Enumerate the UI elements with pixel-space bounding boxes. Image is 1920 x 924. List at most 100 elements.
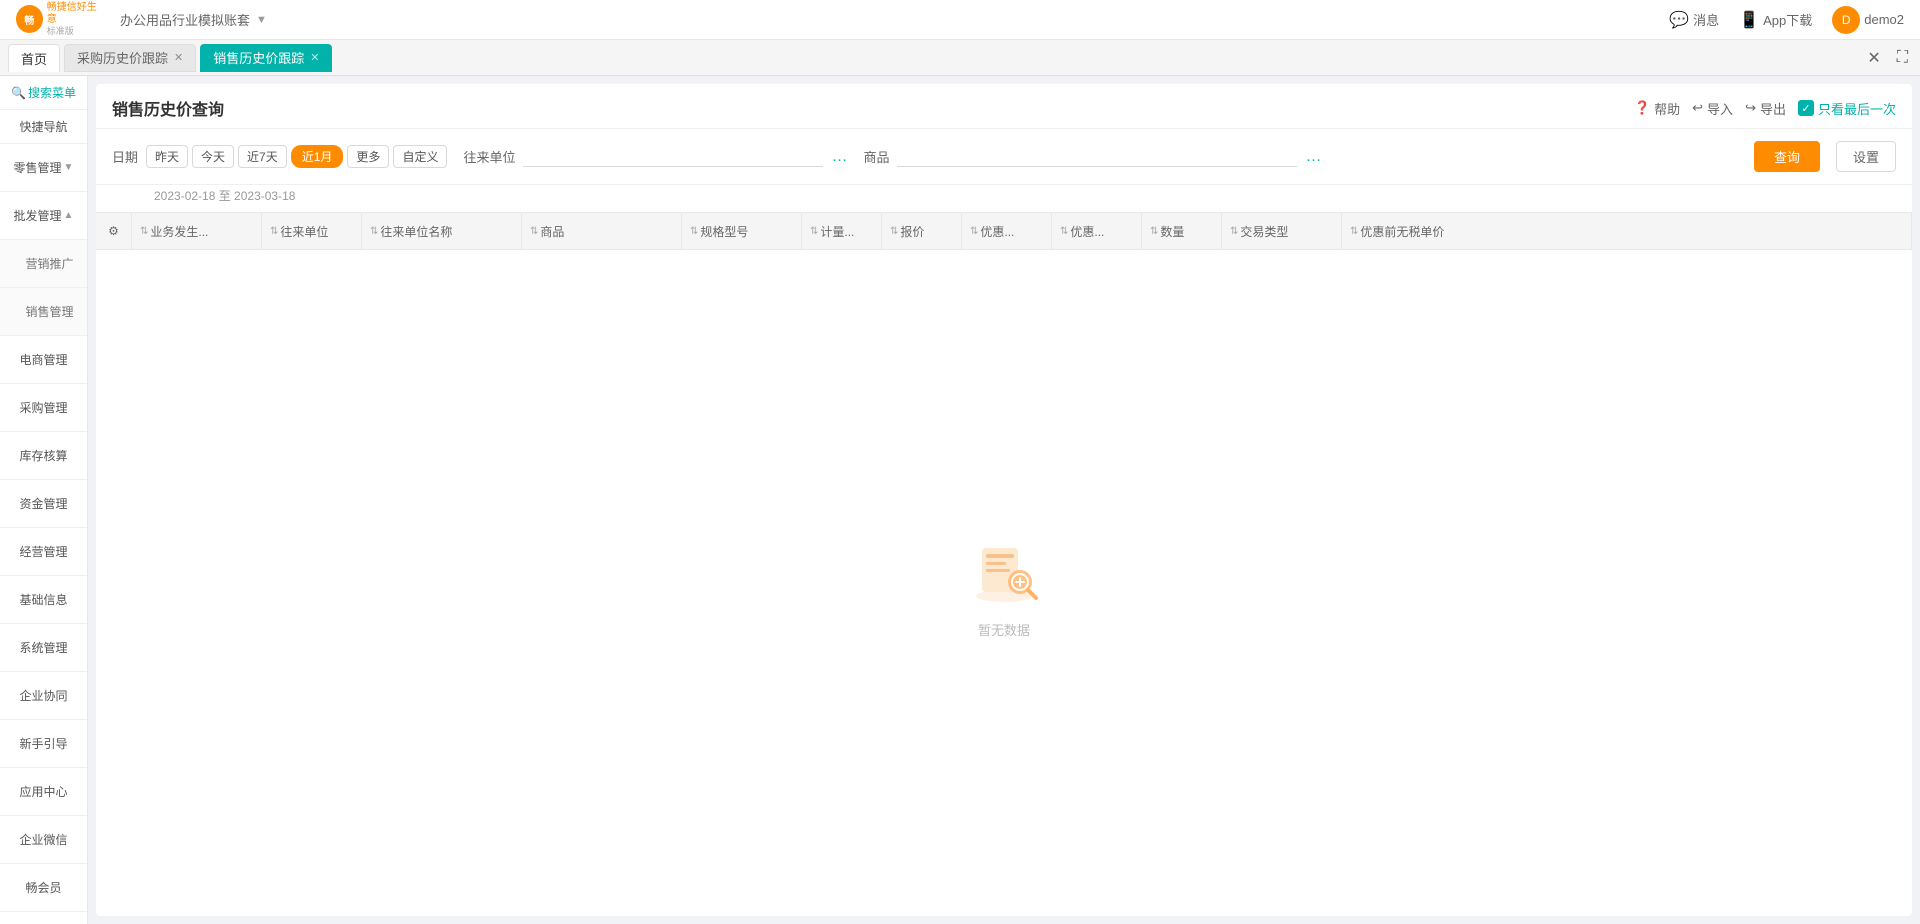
download-icon: 📱: [1739, 10, 1759, 30]
th-biz-date[interactable]: ⇅ 业务发生...: [132, 213, 262, 249]
partner-filter-group: 往来单位 …: [463, 147, 847, 167]
partner-label: 往来单位: [463, 147, 515, 166]
sidebar-item-basic[interactable]: 基础信息: [0, 576, 87, 624]
product-label: 商品: [863, 147, 889, 166]
date-filter-group: 日期 昨天 今天 近7天 近1月 更多 自定义: [112, 145, 447, 168]
date-range-text: 2023-02-18 至 2023-03-18: [154, 187, 295, 204]
sidebar-item-operations[interactable]: 经营管理: [0, 528, 87, 576]
tab-home[interactable]: 首页: [8, 44, 60, 72]
user-profile[interactable]: D demo2: [1832, 6, 1904, 34]
sidebar: 🔍 搜索菜单 快捷导航 零售管理 ▼ 批发管理 ▲ 营销推广 销售管理 电商管理…: [0, 76, 88, 924]
date-btn-yesterday[interactable]: 昨天: [146, 145, 188, 168]
logo-text: 畅捷信好生意 标准版: [47, 2, 104, 37]
page-title: 销售历史价查询: [112, 96, 1634, 120]
main-layout: 🔍 搜索菜单 快捷导航 零售管理 ▼ 批发管理 ▲ 营销推广 销售管理 电商管理…: [0, 76, 1920, 924]
partner-picker-icon[interactable]: …: [831, 148, 847, 166]
sort-icon: ⇅: [270, 226, 278, 237]
sidebar-item-marketing[interactable]: 营销推广: [0, 240, 87, 288]
partner-input[interactable]: [523, 147, 823, 167]
top-header: 畅 畅捷信好生意 标准版 办公用品行业模拟账套 ▼ 💬 消息 📱 App下载 D…: [0, 0, 1920, 40]
sort-icon: ⇅: [810, 226, 818, 237]
product-input[interactable]: [897, 147, 1297, 167]
date-btn-more[interactable]: 更多: [347, 145, 389, 168]
chevron-up-icon: ▲: [64, 210, 74, 221]
chevron-down-icon: ▼: [64, 162, 74, 173]
message-icon: 💬: [1669, 10, 1689, 30]
th-qty[interactable]: ⇅ 数量: [1142, 213, 1222, 249]
th-discount1[interactable]: ⇅ 优惠...: [962, 213, 1052, 249]
th-settings[interactable]: ⚙: [96, 213, 132, 249]
date-btn-7days[interactable]: 近7天: [238, 145, 287, 168]
page-actions: ❓ 帮助 ↩ 导入 ↪ 导出 ✓ 只看最后一次: [1634, 99, 1896, 118]
chevron-down-icon: ▼: [256, 14, 267, 26]
date-btn-custom[interactable]: 自定义: [393, 145, 447, 168]
tab-sales-history[interactable]: 销售历史价跟踪 ✕: [200, 44, 332, 72]
im-button[interactable]: 💬 消息: [1669, 10, 1719, 30]
empty-state: 暂无数据: [96, 250, 1912, 916]
help-button[interactable]: ❓ 帮助: [1634, 99, 1680, 118]
search-button[interactable]: 查询: [1754, 141, 1820, 172]
th-unit-code[interactable]: ⇅ 往来单位: [262, 213, 362, 249]
logo-icon: 畅: [16, 5, 43, 33]
sort-icon: ⇅: [1150, 226, 1158, 237]
workspace-selector[interactable]: 办公用品行业模拟账套 ▼: [120, 10, 267, 29]
sidebar-item-enterprise[interactable]: 企业协同: [0, 672, 87, 720]
table-header: ⚙ ⇅ 业务发生... ⇅ 往来单位 ⇅ 往来单位名称: [96, 212, 1912, 250]
sort-icon: ⇅: [530, 226, 538, 237]
close-icon[interactable]: ✕: [310, 51, 319, 64]
content-area: 销售历史价查询 ❓ 帮助 ↩ 导入 ↪ 导出 ✓: [88, 76, 1920, 924]
th-unit-name[interactable]: ⇅ 往来单位名称: [362, 213, 522, 249]
sidebar-item-wholesale[interactable]: 批发管理 ▲: [0, 192, 87, 240]
th-spec[interactable]: ⇅ 规格型号: [682, 213, 802, 249]
sidebar-item-guide[interactable]: 新手引导: [0, 720, 87, 768]
close-icon[interactable]: ✕: [174, 51, 183, 64]
import-button[interactable]: ↩ 导入: [1692, 99, 1733, 118]
sort-icon: ⇅: [690, 226, 698, 237]
th-trade-type[interactable]: ⇅ 交易类型: [1222, 213, 1342, 249]
header-right: 💬 消息 📱 App下载 D demo2: [1669, 6, 1904, 34]
settings-button[interactable]: 设置: [1836, 141, 1896, 172]
sidebar-item-wechat[interactable]: 企业微信: [0, 816, 87, 864]
tab-purchase-history[interactable]: 采购历史价跟踪 ✕: [64, 44, 196, 72]
sort-icon: ⇅: [970, 226, 978, 237]
tab-bar: 首页 采购历史价跟踪 ✕ 销售历史价跟踪 ✕ ✕ ⛶: [0, 40, 1920, 76]
sidebar-item-finance[interactable]: 资金管理: [0, 480, 87, 528]
export-button[interactable]: ↪ 导出: [1745, 99, 1786, 118]
table-area: ⚙ ⇅ 业务发生... ⇅ 往来单位 ⇅ 往来单位名称: [96, 212, 1912, 916]
th-unit2[interactable]: ⇅ 计量...: [802, 213, 882, 249]
sidebar-item-sales[interactable]: 销售管理: [0, 288, 87, 336]
close-window-icon[interactable]: ✕: [1863, 46, 1884, 70]
sort-icon: ⇅: [140, 226, 148, 237]
sidebar-item-ecommerce[interactable]: 电商管理: [0, 336, 87, 384]
sort-icon: ⇅: [1230, 226, 1238, 237]
search-icon: 🔍: [11, 86, 26, 100]
help-icon: ❓: [1634, 100, 1650, 116]
sidebar-item-apps[interactable]: 应用中心: [0, 768, 87, 816]
checkbox-icon: ✓: [1798, 100, 1814, 116]
date-buttons: 昨天 今天 近7天 近1月 更多 自定义: [146, 145, 447, 168]
sidebar-item-search-menu[interactable]: 🔍 搜索菜单: [0, 76, 87, 110]
th-tax-price[interactable]: ⇅ 优惠前无税单价: [1342, 213, 1912, 249]
sidebar-item-purchase[interactable]: 采购管理: [0, 384, 87, 432]
logo-area: 畅 畅捷信好生意 标准版: [16, 2, 104, 37]
export-icon: ↪: [1745, 100, 1756, 116]
maximize-window-icon[interactable]: ⛶: [1893, 47, 1912, 69]
sidebar-item-quick-nav[interactable]: 快捷导航: [0, 110, 87, 144]
th-product[interactable]: ⇅ 商品: [522, 213, 682, 249]
empty-illustration: [964, 528, 1044, 608]
sidebar-item-retail[interactable]: 零售管理 ▼: [0, 144, 87, 192]
th-price[interactable]: ⇅ 报价: [882, 213, 962, 249]
sidebar-item-inventory[interactable]: 库存核算: [0, 432, 87, 480]
only-last-toggle[interactable]: ✓ 只看最后一次: [1798, 99, 1896, 118]
app-download-button[interactable]: 📱 App下载: [1739, 10, 1812, 30]
date-btn-1month[interactable]: 近1月: [291, 145, 344, 168]
sort-icon: ⇅: [890, 226, 898, 237]
sidebar-item-member[interactable]: 畅会员: [0, 864, 87, 912]
date-btn-today[interactable]: 今天: [192, 145, 234, 168]
date-label: 日期: [112, 147, 138, 166]
sort-icon: ⇅: [1060, 226, 1068, 237]
th-discount2[interactable]: ⇅ 优惠...: [1052, 213, 1142, 249]
sidebar-item-system[interactable]: 系统管理: [0, 624, 87, 672]
product-picker-icon[interactable]: …: [1305, 148, 1321, 166]
page-header: 销售历史价查询 ❓ 帮助 ↩ 导入 ↪ 导出 ✓: [96, 84, 1912, 129]
